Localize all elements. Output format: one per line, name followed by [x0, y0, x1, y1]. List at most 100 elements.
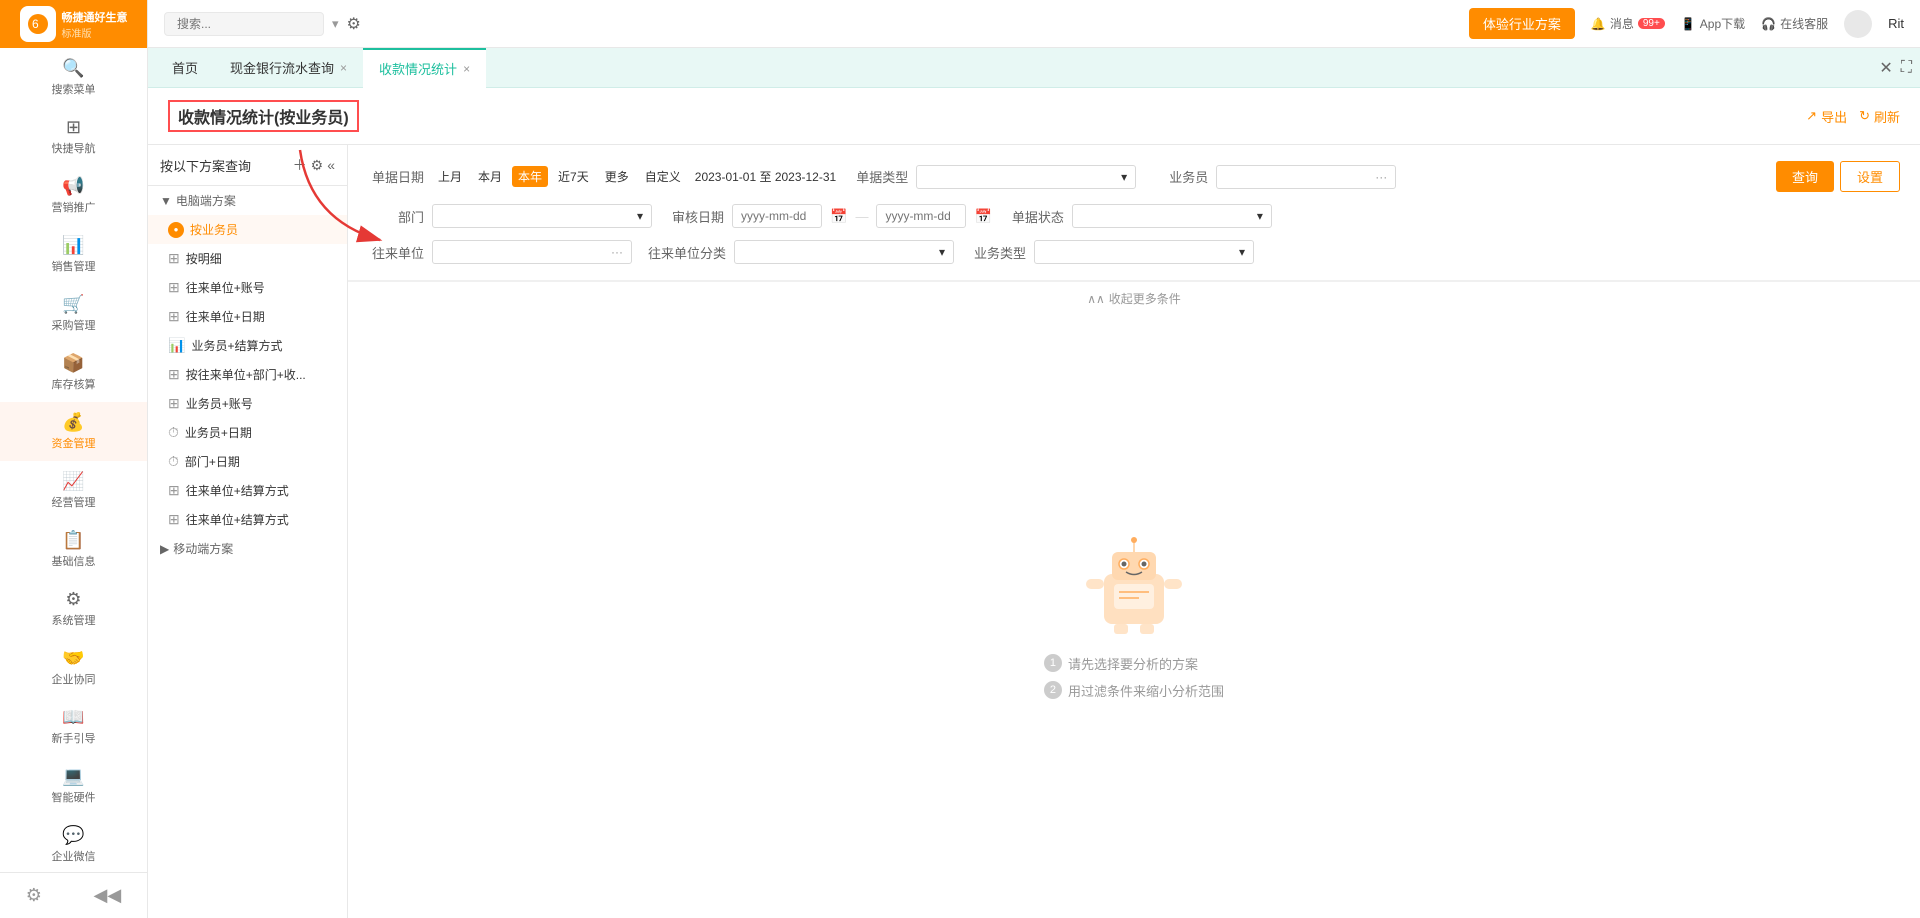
step-2-num: 2 [1044, 681, 1062, 699]
doc-status-select[interactable]: ▾ [1072, 204, 1272, 228]
export-button[interactable]: ↗ 导出 [1806, 107, 1847, 126]
query-button[interactable]: 查询 [1776, 161, 1834, 192]
step-1-text: 请先选择要分析的方案 [1068, 654, 1198, 673]
header-dropdown-icon[interactable]: ▾ [332, 16, 339, 32]
header-right: 体验行业方案 🔔 消息 99+ 📱 App下载 🎧 在线客服 Rit [1469, 8, 1904, 39]
header-search-input[interactable] [164, 12, 324, 36]
date-btn-7days[interactable]: 近7天 [552, 166, 595, 187]
user-avatar[interactable] [1844, 10, 1872, 38]
filter-buttons: 查询 设置 [1776, 161, 1900, 192]
sidebar-item-enterprise[interactable]: 🤝 企业协同 [0, 638, 147, 697]
tree-group-desktop[interactable]: ▼ 电脑端方案 [148, 186, 347, 215]
export-label: 导出 [1821, 107, 1847, 126]
refresh-button[interactable]: ↻ 刷新 [1859, 107, 1900, 126]
clock-icon-1: ⏱ [168, 424, 179, 441]
sidebar-item-finance[interactable]: 💰 资金管理 [0, 402, 147, 461]
sidebar-item-guide[interactable]: 📖 新手引导 [0, 697, 147, 756]
collapse-conditions-bar[interactable]: ∧∧ 收起更多条件 [348, 281, 1920, 315]
filter-item-doctype: 单据类型 ▾ [852, 165, 1136, 189]
panel-header-actions: ＋ ⚙ « [293, 155, 335, 175]
trial-button[interactable]: 体验行业方案 [1469, 8, 1575, 39]
tree-item-salesperson-account[interactable]: ⊞ 业务员+账号 [148, 389, 347, 418]
date-btn-more[interactable]: 更多 [599, 166, 635, 187]
doctype-select[interactable]: ▾ [916, 165, 1136, 189]
tree-item-label-10: 往来单位+结算方式 [186, 482, 289, 499]
doctype-label: 单据类型 [852, 167, 908, 186]
date-btn-lastmonth[interactable]: 上月 [432, 166, 468, 187]
filter-item-doc-status: 单据状态 ▾ [1008, 204, 1272, 228]
page-actions: ↗ 导出 ↻ 刷新 [1806, 107, 1900, 126]
collapse-sidebar-icon[interactable]: ◀◀ [90, 881, 126, 910]
header-settings-icon[interactable]: ⚙ [347, 14, 361, 34]
notifications-action[interactable]: 🔔 消息 99+ [1591, 15, 1665, 32]
dept-select[interactable]: ▾ [432, 204, 652, 228]
sidebar-item-system[interactable]: ⚙ 系统管理 [0, 579, 147, 638]
review-date-start[interactable] [732, 204, 822, 228]
filter-row-3: 往来单位 ··· 往来单位分类 ▾ [368, 240, 1900, 264]
settings-bottom-icon[interactable]: ⚙ [22, 881, 46, 910]
hardware-icon: 💻 [62, 766, 84, 787]
tab-bank-flow-label: 现金银行流水查询 [230, 58, 334, 77]
tree-item-unit-dept[interactable]: ⊞ 按往来单位+部门+收... [148, 360, 347, 389]
sidebar-item-wechat[interactable]: 💬 企业微信 [0, 815, 147, 872]
sidebar-item-operations[interactable]: 📈 经营管理 [0, 461, 147, 520]
sidebar-item-sales[interactable]: 📊 销售管理 [0, 225, 147, 284]
tree-item-dept-date[interactable]: ⏱ 部门+日期 [148, 447, 347, 476]
tree-item-unit-account[interactable]: ⊞ 往来单位+账号 [148, 273, 347, 302]
svg-text:6: 6 [32, 17, 39, 31]
tab-bank-flow-close[interactable]: × [340, 61, 347, 75]
tab-collection-stats[interactable]: 收款情况统计 × [363, 48, 486, 88]
sidebar-item-marketing[interactable]: 📢 营销推广 [0, 166, 147, 225]
salesperson-select[interactable]: ··· [1216, 165, 1396, 189]
add-scheme-btn[interactable]: ＋ [293, 155, 307, 175]
filter-item-review-date: 审核日期 📅 — 📅 [668, 204, 992, 228]
tree-item-salesperson-settle[interactable]: 📊 业务员+结算方式 [148, 331, 347, 360]
sidebar-item-quicknav[interactable]: ⊞ 快捷导航 [0, 107, 147, 166]
grid-icon-3: ⊞ [168, 308, 180, 325]
date-btn-thismonth[interactable]: 本月 [472, 166, 508, 187]
date-range-display: 2023-01-01 至 2023-12-31 [695, 168, 836, 185]
counterparty-category-select[interactable]: ▾ [734, 240, 954, 264]
grid-icon-5: ⊞ [168, 395, 180, 412]
collapse-panel-btn[interactable]: « [327, 157, 335, 173]
empty-instructions: 1 请先选择要分析的方案 2 用过滤条件来缩小分析范围 [1044, 654, 1224, 708]
sidebar-item-search[interactable]: 🔍 搜索菜单 [0, 48, 147, 107]
tree-group-mobile[interactable]: ▶ 移动端方案 [148, 534, 347, 563]
review-date-end[interactable] [876, 204, 966, 228]
sidebar-item-purchase[interactable]: 🛒 采购管理 [0, 284, 147, 343]
filter-item-counterparty-category: 往来单位分类 ▾ [648, 240, 954, 264]
date-btn-custom[interactable]: 自定义 [639, 166, 687, 187]
tree-item-label-3: 往来单位+账号 [186, 279, 265, 296]
settings-scheme-btn[interactable]: ⚙ [311, 157, 324, 174]
sales-icon: 📊 [62, 235, 84, 256]
clock-icon-2: ⏱ [168, 453, 179, 470]
sidebar-item-basic[interactable]: 📋 基础信息 [0, 520, 147, 579]
date-btn-thisyear[interactable]: 本年 [512, 166, 548, 187]
tree-item-by-salesperson[interactable]: ● 按业务员 [148, 215, 347, 244]
tree-item-unit-date[interactable]: ⊞ 往来单位+日期 [148, 302, 347, 331]
tree-item-unit-settle2[interactable]: ⊞ 往来单位+结算方式 [148, 505, 347, 534]
tab-maximize-icon[interactable]: ⛶ [1901, 59, 1912, 77]
tab-home[interactable]: 首页 [156, 48, 214, 88]
settings-button[interactable]: 设置 [1840, 161, 1900, 192]
grid-icon-1: ⊞ [168, 250, 180, 267]
main-area: ▾ ⚙ 体验行业方案 🔔 消息 99+ 📱 App下载 🎧 在线客服 [148, 0, 1920, 918]
finance-icon: 💰 [62, 412, 84, 433]
tree-item-label-8: 业务员+日期 [185, 424, 252, 441]
business-type-select[interactable]: ▾ [1034, 240, 1254, 264]
sidebar-item-inventory[interactable]: 📦 库存核算 [0, 343, 147, 402]
app-version: 标准版 [62, 25, 128, 40]
tab-collection-stats-close[interactable]: × [463, 62, 470, 76]
customer-service-action[interactable]: 🎧 在线客服 [1761, 15, 1828, 32]
step-1-num: 1 [1044, 654, 1062, 672]
counterparty-select[interactable]: ··· [432, 240, 632, 264]
tree-item-unit-settle1[interactable]: ⊞ 往来单位+结算方式 [148, 476, 347, 505]
tree-item-salesperson-date[interactable]: ⏱ 业务员+日期 [148, 418, 347, 447]
tab-bank-flow[interactable]: 现金银行流水查询 × [214, 48, 363, 88]
sidebar-item-hardware[interactable]: 💻 智能硬件 [0, 756, 147, 815]
chart-icon-1: 📊 [168, 337, 185, 354]
app-download-action[interactable]: 📱 App下载 [1681, 15, 1745, 32]
tab-close-all-icon[interactable]: ✕ [1879, 58, 1892, 78]
tree-item-label-11: 往来单位+结算方式 [186, 511, 289, 528]
tree-item-by-detail[interactable]: ⊞ 按明细 [148, 244, 347, 273]
